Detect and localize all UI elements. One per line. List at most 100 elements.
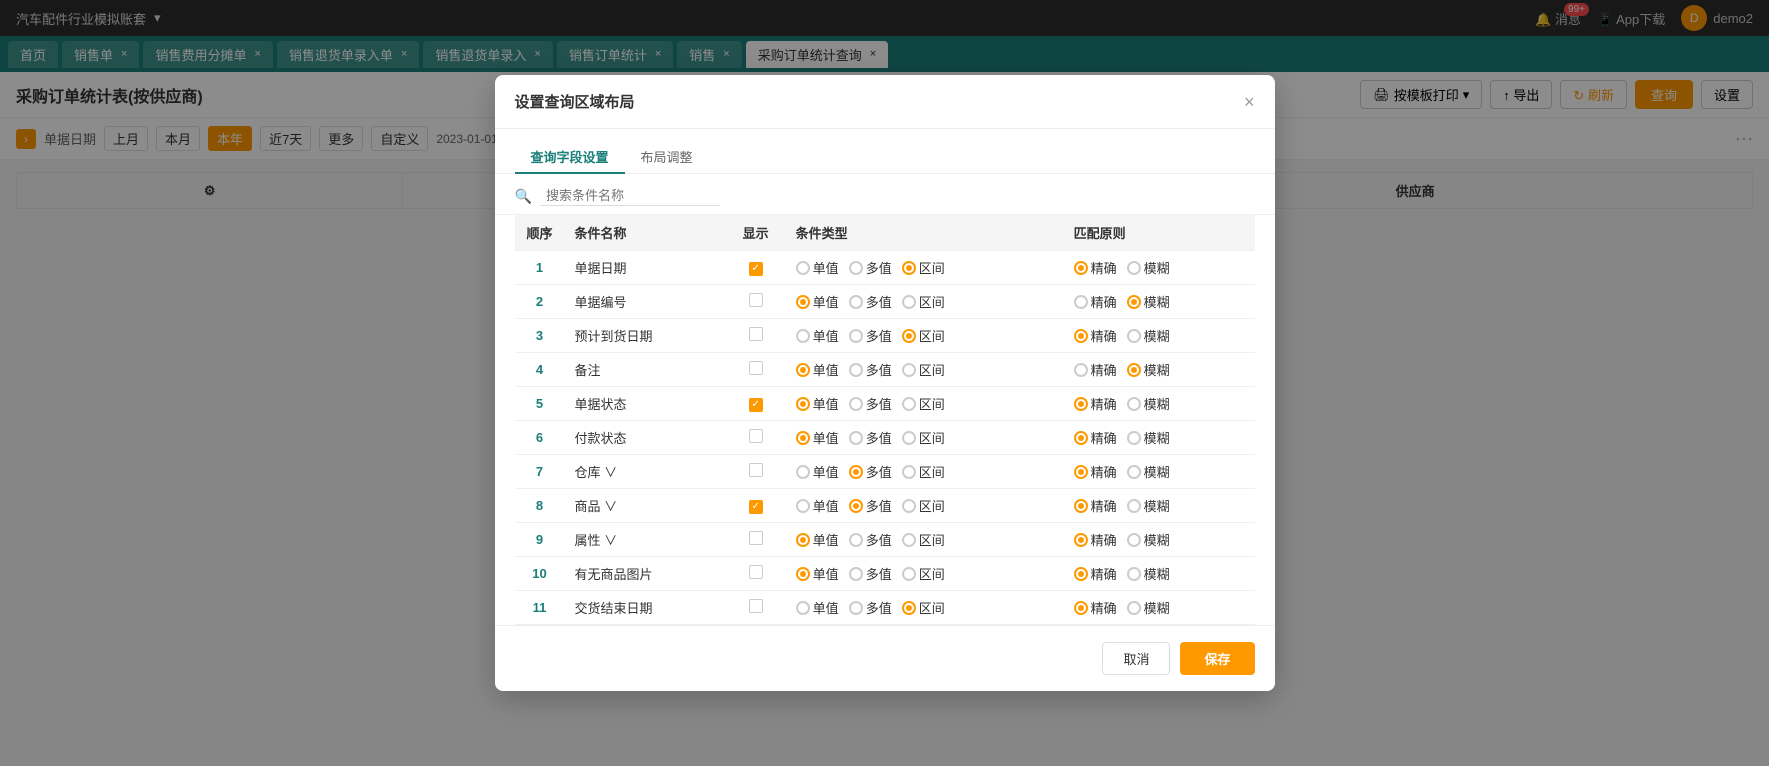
match-option[interactable]: 精确 bbox=[1074, 292, 1117, 311]
radio-btn[interactable] bbox=[902, 295, 916, 309]
radio-btn[interactable] bbox=[796, 329, 810, 343]
match-option[interactable]: 精确 bbox=[1074, 598, 1117, 617]
match-option[interactable]: 模糊 bbox=[1127, 258, 1170, 277]
cancel-button[interactable]: 取消 bbox=[1102, 642, 1170, 675]
radio-btn[interactable] bbox=[1074, 295, 1088, 309]
radio-btn[interactable] bbox=[1074, 261, 1088, 275]
type-option[interactable]: 区间 bbox=[902, 292, 945, 311]
radio-btn[interactable] bbox=[849, 363, 863, 377]
radio-btn[interactable] bbox=[1127, 329, 1141, 343]
condition-search-input[interactable] bbox=[540, 186, 720, 206]
radio-btn[interactable] bbox=[849, 431, 863, 445]
match-option[interactable]: 精确 bbox=[1074, 428, 1117, 447]
match-option[interactable]: 精确 bbox=[1074, 360, 1117, 379]
match-option[interactable]: 模糊 bbox=[1127, 326, 1170, 345]
radio-btn[interactable] bbox=[1074, 533, 1088, 547]
match-option[interactable]: 精确 bbox=[1074, 326, 1117, 345]
row-display[interactable] bbox=[726, 455, 786, 489]
type-option[interactable]: 区间 bbox=[902, 564, 945, 583]
radio-btn[interactable] bbox=[1127, 601, 1141, 615]
radio-btn[interactable] bbox=[1127, 397, 1141, 411]
match-option[interactable]: 精确 bbox=[1074, 462, 1117, 481]
row-display[interactable]: ✓ bbox=[726, 251, 786, 285]
display-checkbox[interactable]: ✓ bbox=[749, 500, 763, 514]
tab-layout[interactable]: 布局调整 bbox=[625, 141, 709, 174]
type-option[interactable]: 单值 bbox=[796, 462, 839, 481]
type-option[interactable]: 多值 bbox=[849, 496, 892, 515]
display-checkbox[interactable] bbox=[749, 293, 763, 307]
radio-btn[interactable] bbox=[796, 295, 810, 309]
type-option[interactable]: 单值 bbox=[796, 292, 839, 311]
radio-btn[interactable] bbox=[902, 533, 916, 547]
display-checkbox[interactable] bbox=[749, 429, 763, 443]
tab-query-fields[interactable]: 查询字段设置 bbox=[515, 141, 625, 174]
match-option[interactable]: 精确 bbox=[1074, 530, 1117, 549]
type-option[interactable]: 单值 bbox=[796, 496, 839, 515]
radio-btn[interactable] bbox=[902, 499, 916, 513]
radio-btn[interactable] bbox=[796, 601, 810, 615]
radio-btn[interactable] bbox=[849, 499, 863, 513]
row-display[interactable] bbox=[726, 319, 786, 353]
type-option[interactable]: 区间 bbox=[902, 496, 945, 515]
radio-btn[interactable] bbox=[1074, 499, 1088, 513]
radio-btn[interactable] bbox=[1074, 329, 1088, 343]
radio-btn[interactable] bbox=[1074, 601, 1088, 615]
radio-btn[interactable] bbox=[902, 329, 916, 343]
radio-btn[interactable] bbox=[849, 295, 863, 309]
radio-btn[interactable] bbox=[796, 363, 810, 377]
radio-btn[interactable] bbox=[1074, 363, 1088, 377]
type-option[interactable]: 区间 bbox=[902, 428, 945, 447]
display-checkbox[interactable] bbox=[749, 599, 763, 613]
display-checkbox[interactable] bbox=[749, 565, 763, 579]
radio-btn[interactable] bbox=[1127, 533, 1141, 547]
row-display[interactable] bbox=[726, 523, 786, 557]
radio-btn[interactable] bbox=[796, 431, 810, 445]
radio-btn[interactable] bbox=[849, 397, 863, 411]
type-option[interactable]: 多值 bbox=[849, 292, 892, 311]
dialog-close-button[interactable]: × bbox=[1244, 93, 1255, 111]
radio-btn[interactable] bbox=[849, 329, 863, 343]
type-option[interactable]: 区间 bbox=[902, 360, 945, 379]
type-option[interactable]: 单值 bbox=[796, 258, 839, 277]
type-option[interactable]: 单值 bbox=[796, 428, 839, 447]
match-option[interactable]: 模糊 bbox=[1127, 462, 1170, 481]
radio-btn[interactable] bbox=[1127, 465, 1141, 479]
type-option[interactable]: 多值 bbox=[849, 428, 892, 447]
type-option[interactable]: 多值 bbox=[849, 462, 892, 481]
radio-btn[interactable] bbox=[1127, 295, 1141, 309]
display-checkbox[interactable] bbox=[749, 361, 763, 375]
type-option[interactable]: 区间 bbox=[902, 530, 945, 549]
radio-btn[interactable] bbox=[902, 363, 916, 377]
radio-btn[interactable] bbox=[1127, 261, 1141, 275]
display-checkbox[interactable] bbox=[749, 327, 763, 341]
radio-btn[interactable] bbox=[902, 261, 916, 275]
radio-btn[interactable] bbox=[902, 465, 916, 479]
row-display[interactable] bbox=[726, 421, 786, 455]
radio-btn[interactable] bbox=[1127, 363, 1141, 377]
type-option[interactable]: 单值 bbox=[796, 394, 839, 413]
radio-btn[interactable] bbox=[796, 465, 810, 479]
type-option[interactable]: 单值 bbox=[796, 530, 839, 549]
radio-btn[interactable] bbox=[902, 431, 916, 445]
match-option[interactable]: 模糊 bbox=[1127, 360, 1170, 379]
display-checkbox[interactable] bbox=[749, 463, 763, 477]
match-option[interactable]: 精确 bbox=[1074, 258, 1117, 277]
match-option[interactable]: 模糊 bbox=[1127, 564, 1170, 583]
radio-btn[interactable] bbox=[1127, 499, 1141, 513]
type-option[interactable]: 区间 bbox=[902, 598, 945, 617]
type-option[interactable]: 单值 bbox=[796, 564, 839, 583]
type-option[interactable]: 区间 bbox=[902, 462, 945, 481]
display-checkbox[interactable]: ✓ bbox=[749, 262, 763, 276]
radio-btn[interactable] bbox=[796, 261, 810, 275]
radio-btn[interactable] bbox=[1074, 465, 1088, 479]
match-option[interactable]: 模糊 bbox=[1127, 292, 1170, 311]
radio-btn[interactable] bbox=[902, 601, 916, 615]
type-option[interactable]: 单值 bbox=[796, 598, 839, 617]
radio-btn[interactable] bbox=[849, 601, 863, 615]
type-option[interactable]: 单值 bbox=[796, 360, 839, 379]
match-option[interactable]: 精确 bbox=[1074, 394, 1117, 413]
radio-btn[interactable] bbox=[796, 499, 810, 513]
type-option[interactable]: 多值 bbox=[849, 258, 892, 277]
radio-btn[interactable] bbox=[849, 533, 863, 547]
type-option[interactable]: 区间 bbox=[902, 258, 945, 277]
